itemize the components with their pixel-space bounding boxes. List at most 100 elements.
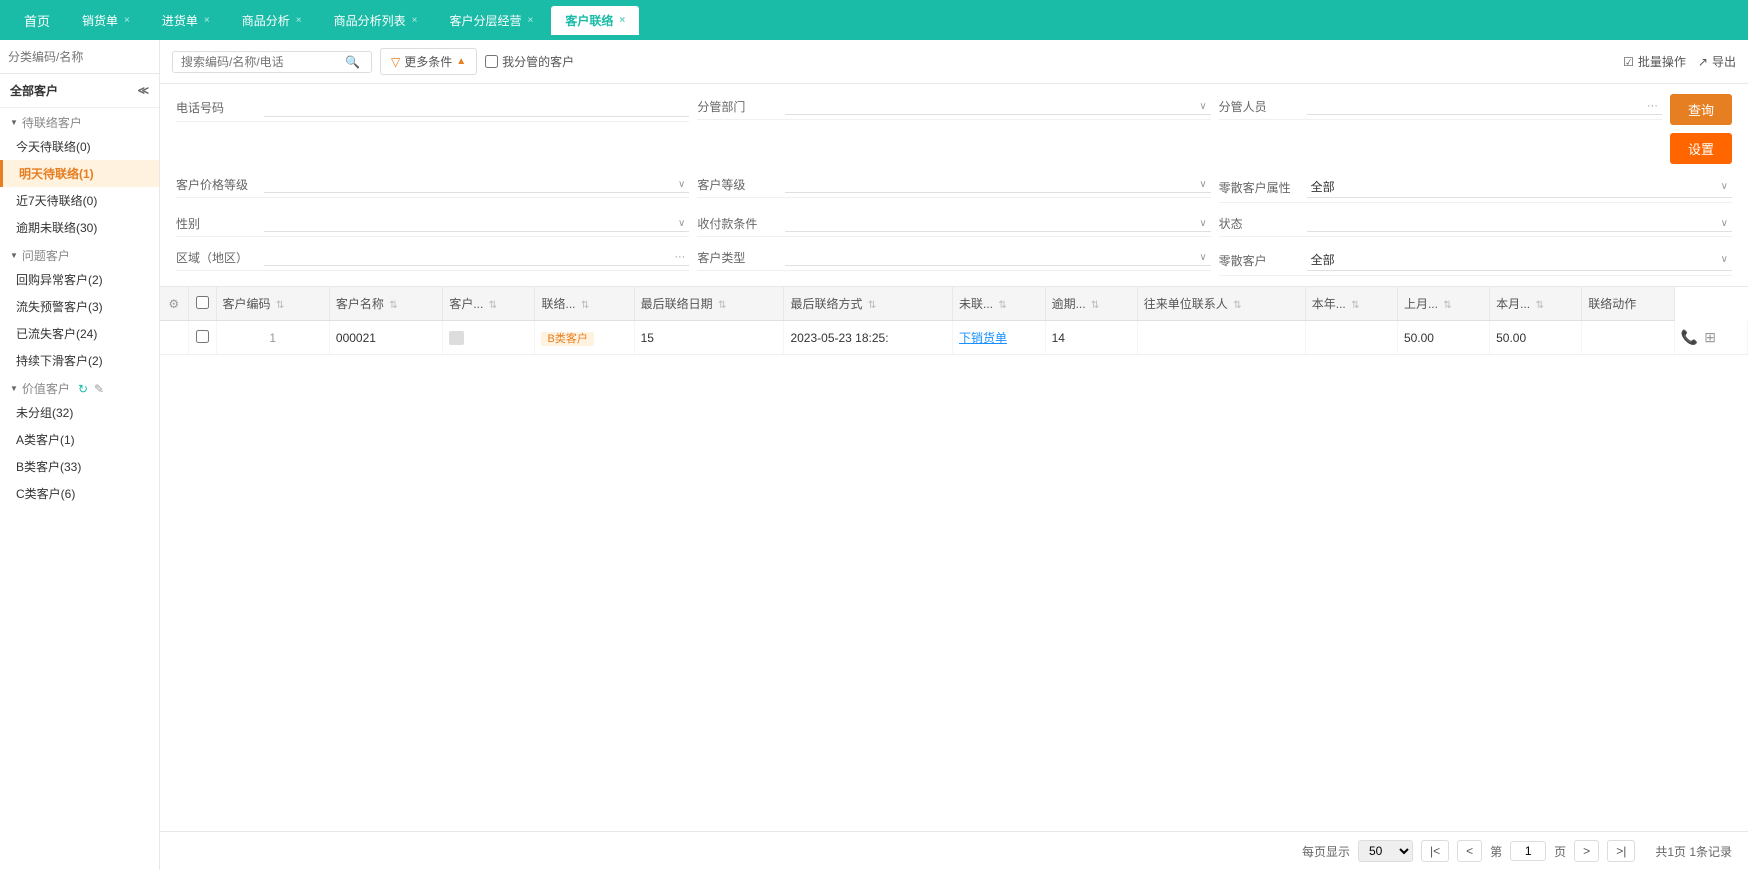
filter-action-buttons: 查询 设置 [1670,94,1732,164]
sidebar-item-type-c[interactable]: C类客户(6) [0,480,159,507]
sidebar-item-type-b[interactable]: B类客户(33) [0,453,159,480]
sidebar-item-type-a[interactable]: A类客户(1) [0,426,159,453]
set-button[interactable]: 设置 [1670,133,1732,164]
first-page-btn[interactable]: |< [1421,840,1449,862]
close-icon[interactable]: × [124,15,130,26]
filter-dept-select[interactable]: ∨ [785,99,1210,115]
sidebar-item-ungrouped[interactable]: 未分组(32) [0,399,159,426]
row-checkbox[interactable] [196,330,209,343]
chevron-down-icon: ∨ [1721,254,1728,265]
filter-retail-attr-select[interactable]: 全部 ∨ [1307,176,1732,198]
filter-customer-level-label: 客户等级 [697,176,777,193]
close-icon[interactable]: × [204,15,210,26]
sidebar-item-loss-warning[interactable]: 流失预警客户(3) [0,293,159,320]
sidebar-all-customers[interactable]: 全部客户 ≪ [0,74,159,108]
my-customers-check[interactable] [485,55,498,68]
sort-icon[interactable]: ⇅ [389,300,397,311]
sort-icon[interactable]: ⇅ [868,300,876,311]
per-page-label: 每页显示 [1302,843,1350,860]
select-all-checkbox[interactable] [196,296,209,309]
filter-area-label: 区域（地区） [176,249,256,266]
nav-sales[interactable]: 销货单 × [68,6,144,35]
export-label: 导出 [1712,53,1736,70]
per-page-select[interactable]: 50 100 [1358,840,1413,862]
sort-icon[interactable]: ⇅ [718,300,726,311]
nav-home[interactable]: 首页 [10,5,64,36]
edit-icon[interactable]: ✎ [94,382,104,396]
nav-purchase[interactable]: 进货单 × [148,6,224,35]
sort-icon[interactable]: ⇅ [1443,300,1451,311]
chevron-down-icon: ∨ [678,218,685,229]
filter-gender-select[interactable]: ∨ [264,216,689,232]
filter-person-select[interactable]: ··· [1307,98,1662,115]
sort-icon[interactable]: ⇅ [1091,300,1099,311]
sidebar-item-today[interactable]: 今天待联络(0) [0,133,159,160]
filter-area-select[interactable]: ··· [264,249,689,266]
page-input[interactable]: 1 [1510,841,1546,861]
row-overdue [1137,321,1305,355]
export-icon: ↗ [1698,55,1708,69]
my-customers-checkbox[interactable]: 我分管的客户 [485,53,574,70]
table-header-gear[interactable]: ⚙ [160,287,188,321]
close-icon[interactable]: × [296,15,302,26]
sidebar-item-7days[interactable]: 近7天待联络(0) [0,187,159,214]
chevron-down-icon: ∨ [1721,218,1728,229]
table-header-code: 客户编码 ⇅ [216,287,329,321]
row-last-month: 50.00 [1490,321,1582,355]
nav-customer-contact[interactable]: 客户联络 × [551,6,639,35]
grid-action-icon[interactable]: ⊞ [1704,329,1716,346]
sort-icon[interactable]: ⇅ [581,300,589,311]
query-button[interactable]: 查询 [1670,94,1732,125]
filter-payment-select[interactable]: ∨ [785,216,1210,232]
close-icon[interactable]: × [619,15,625,26]
last-method-link[interactable]: 下销货单 [959,331,1007,345]
sidebar-search-input[interactable] [8,50,160,64]
filter-customer-type-select[interactable]: ∨ [785,250,1210,266]
sort-icon[interactable]: ⇅ [1233,300,1241,311]
next-page-btn[interactable]: > [1574,840,1599,862]
table-header-type: 客户... ⇅ [443,287,535,321]
contact-action-icon[interactable]: 📞 [1681,329,1698,346]
sidebar-collapse-icon[interactable]: ≪ [137,84,149,97]
nav-goods-analysis-list[interactable]: 商品分析列表 × [320,6,432,35]
filter-status-select[interactable]: ∨ [1307,216,1732,232]
filter-price-level-select[interactable]: ∨ [264,177,689,193]
filter-customer-level-select[interactable]: ∨ [785,177,1210,193]
page-label: 第 [1490,843,1502,860]
nav-customer-layer[interactable]: 客户分层经营 × [435,6,547,35]
close-icon[interactable]: × [412,15,418,26]
sidebar-item-tomorrow[interactable]: 明天待联络(1) [0,160,159,187]
sort-icon[interactable]: ⇅ [998,300,1006,311]
more-options-icon[interactable]: ··· [1647,100,1658,112]
sort-icon[interactable]: ⇅ [1351,300,1359,311]
batch-ops-button[interactable]: ☑ 批量操作 [1623,53,1686,70]
table-header-checkbox[interactable] [188,287,216,321]
export-button[interactable]: ↗ 导出 [1698,53,1736,70]
close-icon[interactable]: × [527,15,533,26]
sidebar-item-repurchase-abnormal[interactable]: 回购异常客户(2) [0,266,159,293]
sidebar-item-lost[interactable]: 已流失客户(24) [0,320,159,347]
sort-icon[interactable]: ⇅ [489,300,497,311]
chevron-down-icon: ∨ [1199,101,1206,112]
filter-phone-input[interactable] [264,98,689,117]
last-page-btn[interactable]: >| [1607,840,1635,862]
chevron-down-icon: ∨ [1199,179,1206,190]
sort-icon[interactable]: ⇅ [1535,300,1543,311]
filter-customer-type: 客户类型 ∨ [697,245,1210,271]
filter-more-button[interactable]: ▽ 更多条件 ▲ [380,48,477,75]
toolbar-search-icon[interactable]: 🔍 [345,55,360,69]
nav-goods-analysis[interactable]: 商品分析 × [228,6,316,35]
row-num: 1 [216,321,329,355]
filter-retail-customer-select[interactable]: 全部 ∨ [1307,249,1732,271]
row-contact-count: 15 [634,321,784,355]
search-input[interactable] [181,55,341,69]
table-header-year-amount: 本年... ⇅ [1305,287,1397,321]
sidebar-item-declining[interactable]: 持续下滑客户(2) [0,347,159,374]
sidebar-item-overdue[interactable]: 逾期未联络(30) [0,214,159,241]
prev-page-btn[interactable]: < [1457,840,1482,862]
refresh-icon[interactable]: ↻ [78,382,88,396]
chevron-down-icon: ∨ [1721,181,1728,192]
batch-ops-label: 批量操作 [1638,53,1686,70]
area-more-icon[interactable]: ··· [674,251,685,263]
sort-icon[interactable]: ⇅ [276,300,284,311]
